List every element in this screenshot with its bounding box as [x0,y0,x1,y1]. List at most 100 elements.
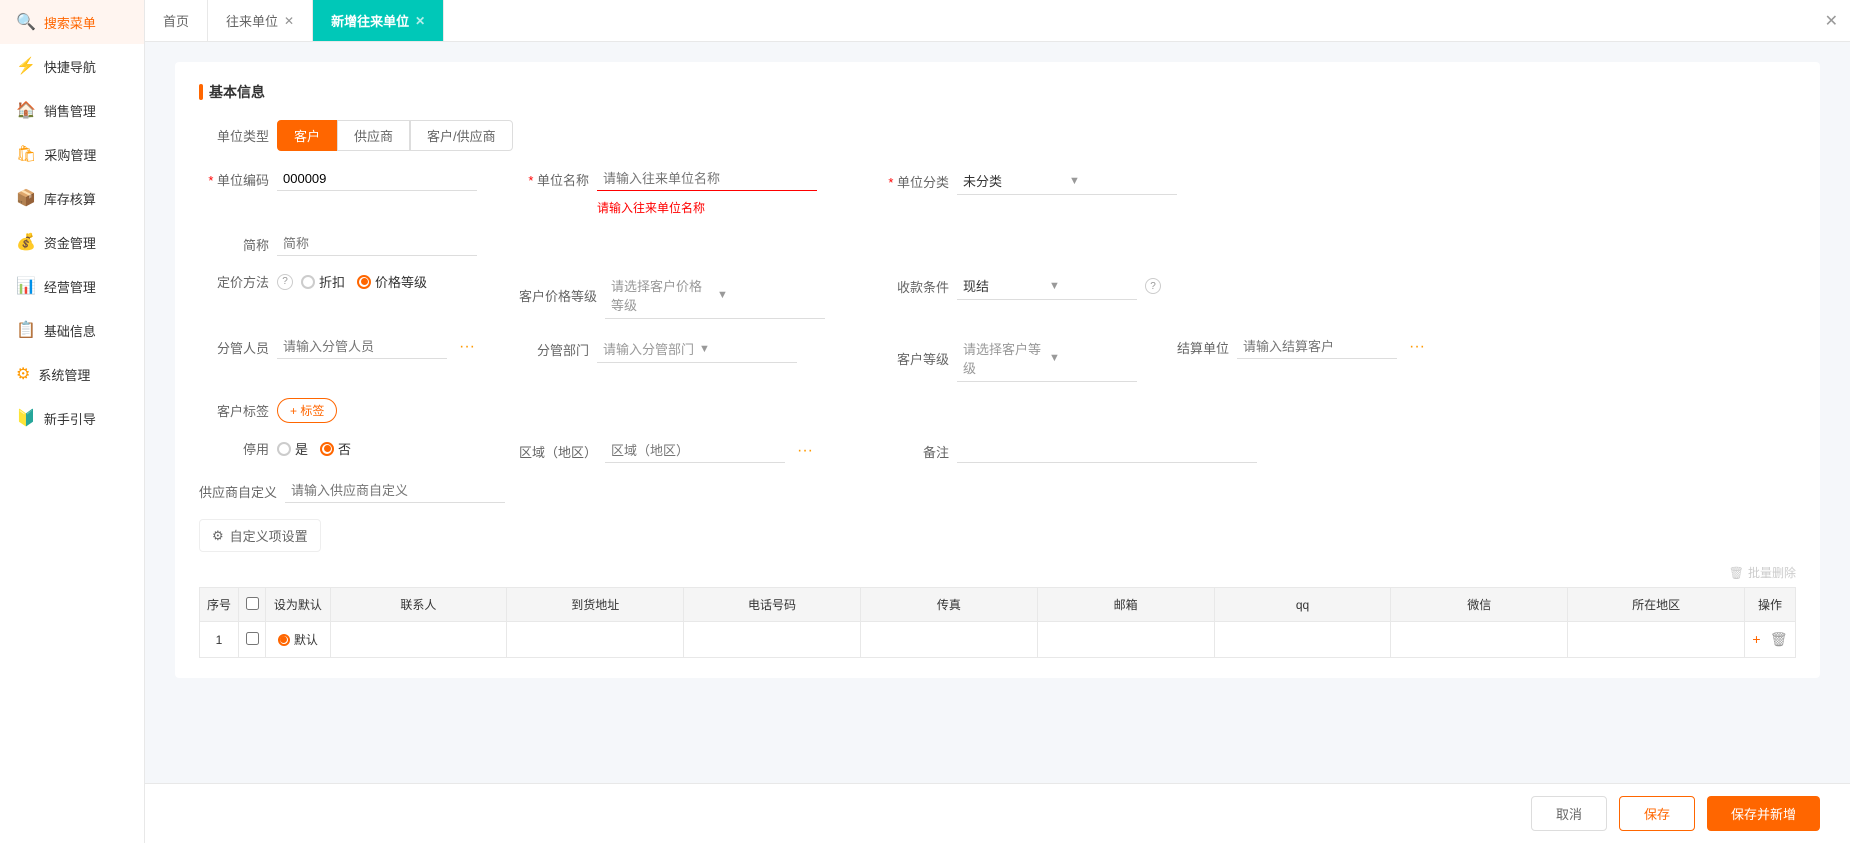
unit-category-select[interactable]: 未分类 ▼ [957,167,1177,195]
type-btn-customer[interactable]: 客户 [277,120,337,151]
sales-icon: 🏠 [16,100,36,120]
payment-terms-help-icon[interactable]: ? [1145,278,1161,294]
payment-terms-label: 收款条件 [879,277,949,296]
qq-input[interactable] [1221,633,1385,647]
no-radio[interactable] [320,442,334,456]
settlement-input[interactable] [1237,335,1397,359]
close-all-tabs[interactable]: ✕ [1825,11,1838,31]
pricing-group: 定价方法 ? 折扣 价格等级 [199,272,519,291]
tab-partners-close[interactable]: ✕ [284,14,294,28]
purchase-icon: 🛍 [16,144,36,164]
row-phone[interactable] [684,622,861,658]
yes-radio[interactable] [277,442,291,456]
row-location[interactable] [1568,622,1745,658]
pricing-price-level[interactable]: 价格等级 [357,272,427,291]
sidebar-item-finance-label: 资金管理 [44,233,96,252]
dept-select[interactable]: 请输入分管部门 ▼ [597,335,797,363]
wechat-input[interactable] [1397,633,1561,647]
add-row-icon[interactable]: + [1752,631,1760,647]
row-wechat[interactable] [1391,622,1568,658]
discount-radio[interactable] [301,275,315,289]
price-level-radio[interactable] [357,275,371,289]
save-new-button[interactable]: 保存并新增 [1707,796,1820,831]
price-level-label: 价格等级 [375,272,427,291]
region-more-btn[interactable]: ··· [793,442,817,460]
customer-level-chevron: ▼ [1049,352,1131,364]
col-action: 操作 [1745,588,1796,622]
sidebar-item-inventory[interactable]: 📦 库存核算 [0,176,144,220]
short-name-input[interactable] [277,232,477,256]
tab-new-partner[interactable]: 新增往来单位 ✕ [313,0,444,41]
disable-yes[interactable]: 是 [277,439,308,458]
manager-more-btn[interactable]: ··· [455,338,479,356]
sidebar-item-quicknav-label: 快捷导航 [44,57,96,76]
sidebar-item-quicknav[interactable]: ⚡ 快捷导航 [0,44,144,88]
settlement-more-btn[interactable]: ··· [1405,338,1429,356]
row-address[interactable] [507,622,684,658]
custom-settings-label: 自定义项设置 [230,526,308,545]
row-contact[interactable] [330,622,507,658]
email-input[interactable] [1044,633,1208,647]
disable-no[interactable]: 否 [320,439,351,458]
section-title: 基本信息 [199,82,1796,102]
save-button[interactable]: 保存 [1619,796,1695,831]
manager-input[interactable] [277,335,447,359]
custom-settings-btn[interactable]: ⚙ 自定义项设置 [199,519,321,552]
sidebar-item-operations[interactable]: 📊 经营管理 [0,264,144,308]
dept-placeholder: 请输入分管部门 [603,339,695,358]
type-btn-both[interactable]: 客户/供应商 [410,120,513,151]
batch-delete-label[interactable]: 批量删除 [1748,564,1796,581]
col-email: 邮箱 [1037,588,1214,622]
pricing-discount[interactable]: 折扣 [301,272,345,291]
type-btn-supplier[interactable]: 供应商 [337,120,410,151]
customer-level-select[interactable]: 请选择客户等级 ▼ [957,335,1137,382]
sidebar-item-sales[interactable]: 🏠 销售管理 [0,88,144,132]
sidebar-item-tutorial[interactable]: 🔰 新手引导 [0,396,144,440]
row-email[interactable] [1037,622,1214,658]
supplier-custom-input[interactable] [285,479,505,503]
fax-input[interactable] [867,633,1031,647]
col-fax: 传真 [860,588,1037,622]
unit-code-input[interactable] [277,167,477,191]
search-menu-icon: 🔍 [16,12,36,32]
unit-name-input[interactable] [597,167,817,191]
disable-group: 停用 是 否 [199,439,519,458]
delete-row-icon[interactable]: 🗑 [1770,631,1788,647]
disable-label: 停用 [199,439,269,458]
pricing-help-icon[interactable]: ? [277,274,293,290]
tab-partners-label: 往来单位 [226,11,278,30]
row-qq[interactable] [1214,622,1391,658]
payment-terms-select[interactable]: 现结 ▼ [957,272,1137,300]
basic-info-section: 基本信息 单位类型 客户 供应商 客户/供应商 单位编码 [175,62,1820,678]
add-tag-label: + 标签 [290,402,324,419]
sidebar-item-search[interactable]: 🔍 搜索菜单 [0,0,144,44]
default-radio[interactable] [278,634,290,646]
address-input[interactable] [513,633,677,647]
disable-row: 停用 是 否 区域（地区） ··· [199,439,1796,463]
col-region: 所在地区 [1568,588,1745,622]
col-default: 设为默认 [266,588,330,622]
default-label: 默认 [294,631,318,648]
select-all-checkbox[interactable] [246,597,259,610]
sidebar-item-basicinfo[interactable]: 📋 基础信息 [0,308,144,352]
unit-type-buttons: 客户 供应商 客户/供应商 [277,120,513,151]
phone-input[interactable] [690,633,854,647]
contact-input[interactable] [337,633,501,647]
tab-home[interactable]: 首页 [145,0,208,41]
add-tag-button[interactable]: + 标签 [277,398,337,423]
location-input[interactable] [1574,633,1738,647]
row-fax[interactable] [860,622,1037,658]
region-input[interactable] [605,439,785,463]
cancel-button[interactable]: 取消 [1531,796,1607,831]
remark-input[interactable] [957,439,1257,463]
row-checkbox-1[interactable] [246,632,259,645]
sidebar-item-purchase[interactable]: 🛍 采购管理 [0,132,144,176]
operations-icon: 📊 [16,276,36,296]
customer-price-level-select[interactable]: 请选择客户价格等级 ▼ [605,272,825,319]
region-group: 区域（地区） ··· [519,439,879,463]
tab-new-partner-close[interactable]: ✕ [415,14,425,28]
section-title-text: 基本信息 [209,82,265,102]
sidebar-item-finance[interactable]: 💰 资金管理 [0,220,144,264]
sidebar-item-system[interactable]: ⚙ 系统管理 [0,352,144,396]
tab-partners[interactable]: 往来单位 ✕ [208,0,313,41]
